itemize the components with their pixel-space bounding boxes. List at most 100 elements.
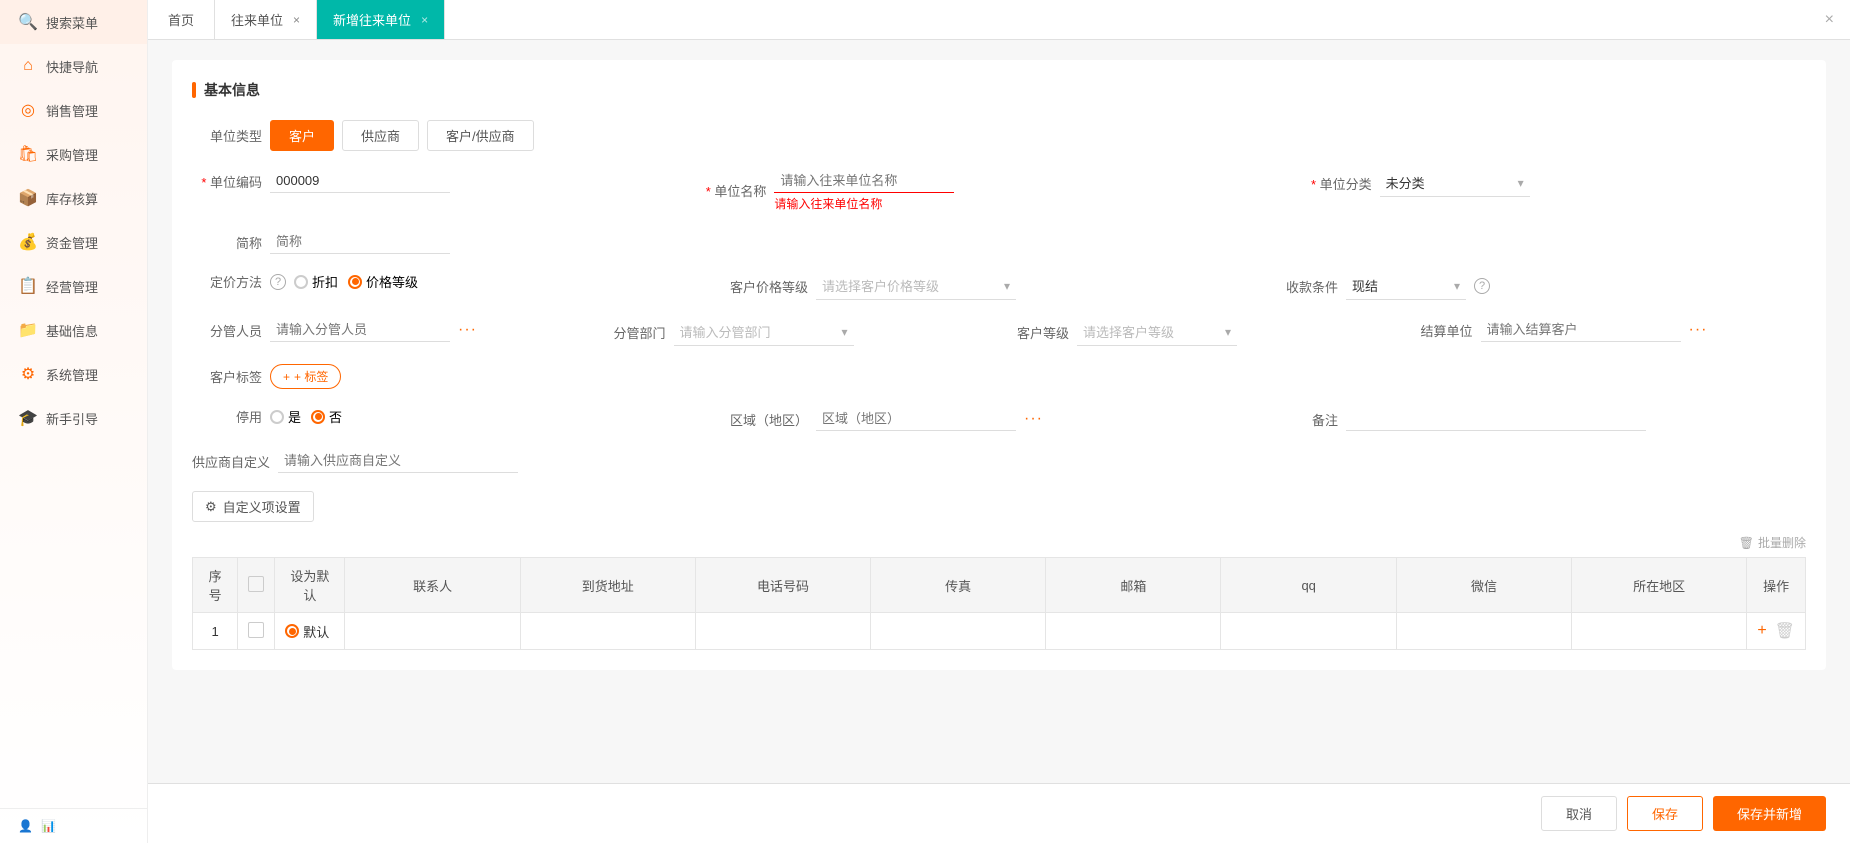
btn-both[interactable]: 客户/供应商	[427, 120, 534, 151]
delete-row-icon[interactable]: 🗑	[1775, 621, 1795, 641]
unit-category-label: 单位分类	[1302, 174, 1372, 193]
th-action: 操作	[1747, 558, 1806, 613]
dept-placeholder: 请输入分管部门	[680, 322, 838, 341]
form-item-customer-level: 客户等级 请选择客户等级 ▾	[999, 318, 1403, 346]
td-region[interactable]	[1572, 613, 1747, 650]
row-region-input[interactable]	[1582, 624, 1736, 639]
radio-discount-label: 折扣	[312, 272, 338, 291]
sidebar-item-basic[interactable]: 📁 基础信息	[0, 308, 147, 352]
custom-settings-button[interactable]: ⚙ 自定义项设置	[192, 491, 314, 522]
th-wechat: 微信	[1396, 558, 1571, 613]
sidebar-bottom: 👤 📊	[0, 808, 147, 843]
td-qq[interactable]	[1221, 613, 1396, 650]
form-item-disable: 停用 是 否	[192, 407, 730, 426]
user-info-icon: 📊	[41, 819, 56, 833]
save-button[interactable]: 保存	[1627, 796, 1703, 831]
customer-level-select[interactable]: 请选择客户等级 ▾	[1077, 318, 1237, 346]
radio-yes[interactable]: 是	[270, 407, 301, 426]
purchase-icon: 🛍	[18, 144, 38, 164]
phone-input[interactable]	[706, 624, 860, 639]
tab-new-contact[interactable]: 新增往来单位 ×	[317, 0, 445, 39]
payment-terms-select[interactable]: 现结 ▾	[1346, 272, 1466, 300]
sidebar-item-search[interactable]: 🔍 搜索菜单	[0, 0, 147, 44]
dept-select[interactable]: 请输入分管部门 ▾	[674, 318, 854, 346]
save-new-button[interactable]: 保存并新增	[1713, 796, 1826, 831]
td-email[interactable]	[1046, 613, 1221, 650]
sidebar-item-label: 资金管理	[46, 233, 98, 252]
window-close-button[interactable]: ×	[1809, 11, 1850, 29]
radio-yes-circle	[270, 410, 284, 424]
sidebar-item-operations[interactable]: 📋 经营管理	[0, 264, 147, 308]
td-phone[interactable]	[695, 613, 870, 650]
contact-input[interactable]	[355, 624, 509, 639]
th-no: 序号	[193, 558, 238, 613]
tab-new-contact-close[interactable]: ×	[421, 13, 428, 27]
tab-contacts[interactable]: 往来单位 ×	[215, 0, 317, 39]
radio-discount[interactable]: 折扣	[294, 272, 338, 291]
home-icon: ⌂	[18, 56, 38, 76]
qq-input[interactable]	[1231, 624, 1385, 639]
manager-input[interactable]	[270, 318, 450, 342]
tab-contacts-close[interactable]: ×	[293, 13, 300, 27]
unit-category-select[interactable]: 未分类 ▾	[1380, 169, 1530, 197]
sidebar-item-quicknav[interactable]: ⌂ 快捷导航	[0, 44, 147, 88]
btn-customer[interactable]: 客户	[270, 120, 334, 151]
wechat-input[interactable]	[1407, 624, 1561, 639]
form-item-supplier-custom: 供应商自定义	[192, 449, 1806, 473]
region-more-icon[interactable]: ···	[1024, 410, 1043, 428]
settlement-input[interactable]	[1481, 318, 1681, 342]
sidebar-item-guide[interactable]: 🎓 新手引导	[0, 396, 147, 440]
td-contact[interactable]	[345, 613, 520, 650]
guide-icon: 🎓	[18, 408, 38, 428]
tab-home[interactable]: 首页	[148, 0, 215, 39]
email-input[interactable]	[1056, 624, 1210, 639]
fax-input[interactable]	[881, 624, 1035, 639]
sidebar-item-inventory[interactable]: 📦 库存核算	[0, 176, 147, 220]
row-checkbox[interactable]	[248, 622, 264, 638]
region-label: 区域（地区）	[730, 410, 808, 429]
sidebar-item-label: 系统管理	[46, 365, 98, 384]
unit-name-input[interactable]	[774, 169, 954, 193]
pricing-help-icon[interactable]: ?	[270, 274, 286, 290]
radio-no-label: 否	[329, 407, 342, 426]
tag-label: 客户标签	[192, 367, 262, 386]
form-item-manager: 分管人员 ···	[192, 318, 596, 342]
radio-no[interactable]: 否	[311, 407, 342, 426]
cancel-button[interactable]: 取消	[1541, 796, 1617, 831]
customer-price-select[interactable]: 请选择客户价格等级 ▾	[816, 272, 1016, 300]
custom-settings-label: 自定义项设置	[223, 497, 301, 516]
btn-supplier[interactable]: 供应商	[342, 120, 419, 151]
td-fax[interactable]	[871, 613, 1046, 650]
sidebar-item-finance[interactable]: 💰 资金管理	[0, 220, 147, 264]
sidebar-item-system[interactable]: ⚙ 系统管理	[0, 352, 147, 396]
manager-more-icon[interactable]: ···	[458, 321, 477, 339]
address-input[interactable]	[531, 624, 685, 639]
remark-input[interactable]	[1346, 407, 1646, 431]
region-input[interactable]	[816, 407, 1016, 431]
unit-code-input[interactable]	[270, 169, 450, 193]
radio-price-level[interactable]: 价格等级	[348, 272, 418, 291]
finance-icon: 💰	[18, 232, 38, 252]
payment-help-icon[interactable]: ?	[1474, 278, 1490, 294]
short-name-input[interactable]	[270, 230, 450, 254]
sidebar-item-sales[interactable]: ◎ 销售管理	[0, 88, 147, 132]
td-address[interactable]	[520, 613, 695, 650]
add-row-icon[interactable]: +	[1757, 622, 1766, 640]
supplier-custom-input[interactable]	[278, 449, 518, 473]
header-checkbox[interactable]	[248, 576, 264, 592]
radio-discount-circle	[294, 275, 308, 289]
disable-radio-group: 是 否	[270, 407, 342, 426]
sidebar-item-label: 快捷导航	[46, 57, 98, 76]
batch-delete-label[interactable]: 批量删除	[1758, 534, 1806, 551]
sidebar-item-label: 采购管理	[46, 145, 98, 164]
row-default-radio[interactable]: 默认	[285, 622, 334, 641]
add-tag-button[interactable]: + + 标签	[270, 364, 341, 389]
td-wechat[interactable]	[1396, 613, 1571, 650]
sidebar-item-label: 库存核算	[46, 189, 98, 208]
unit-code-label: 单位编码	[192, 172, 262, 191]
radio-price-level-circle	[348, 275, 362, 289]
settlement-more-icon[interactable]: ···	[1689, 321, 1708, 339]
row-tags: 客户标签 + + 标签	[192, 364, 1806, 389]
sidebar-item-purchase[interactable]: 🛍 采购管理	[0, 132, 147, 176]
chevron-down-icon3: ▾	[1454, 279, 1460, 293]
